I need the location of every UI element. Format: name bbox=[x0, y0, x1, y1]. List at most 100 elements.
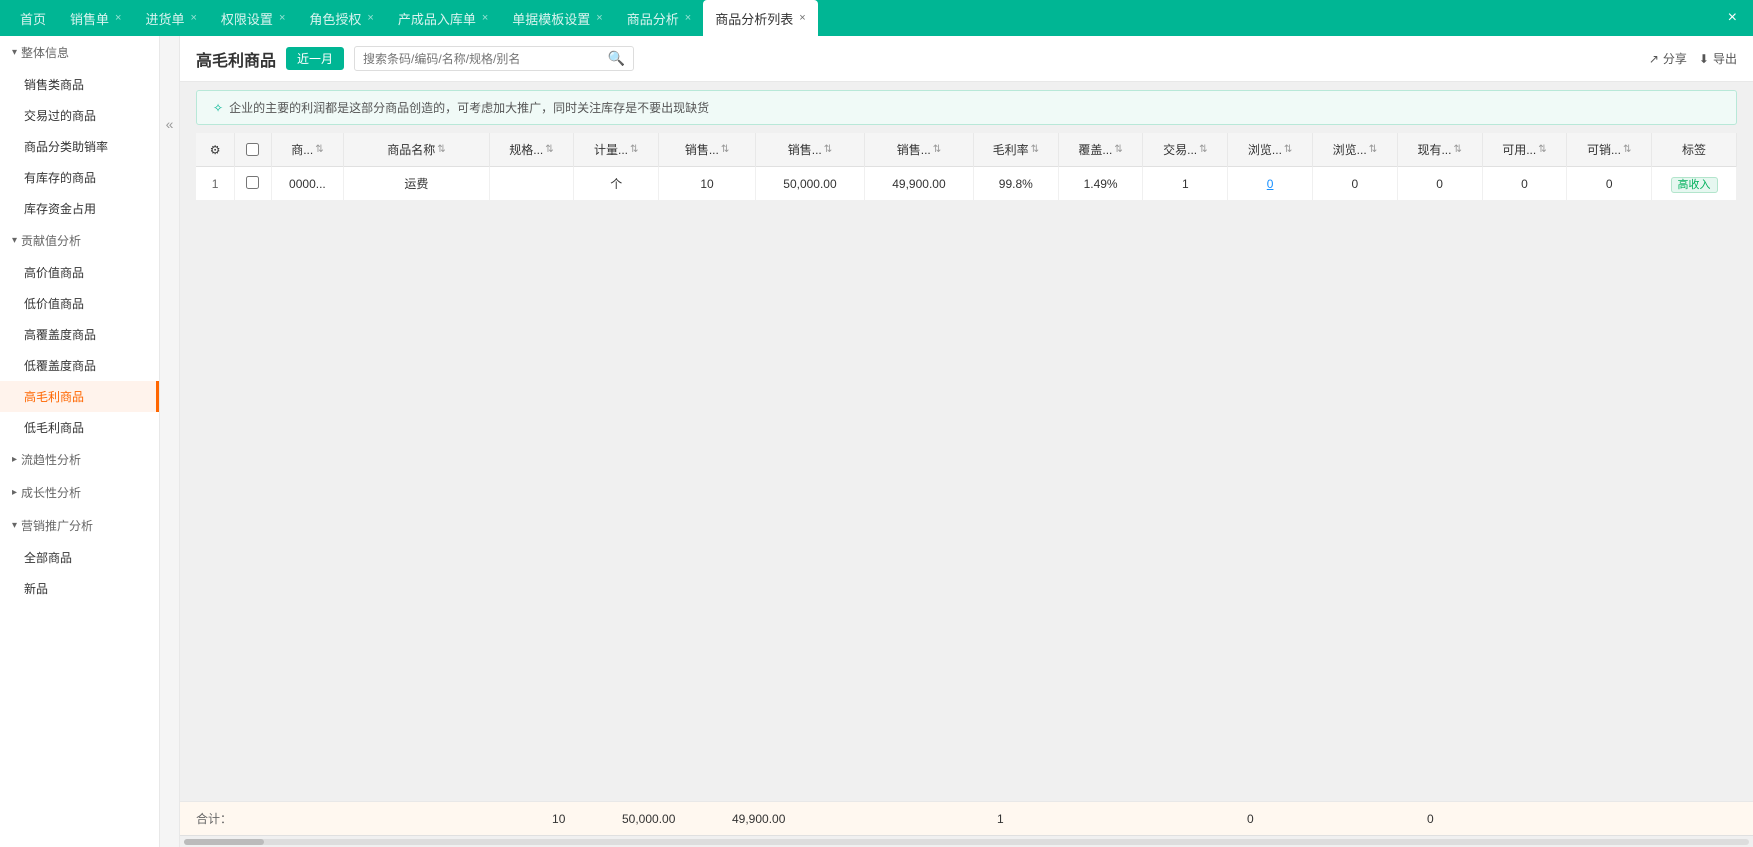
col-id[interactable]: 商... ⇅ bbox=[271, 133, 344, 167]
tab-close-purchase[interactable]: × bbox=[190, 12, 196, 24]
share-icon: ↗ bbox=[1649, 52, 1659, 66]
search-icon[interactable]: 🔍 bbox=[608, 50, 625, 67]
cell-gross-margin: 99.8% bbox=[973, 167, 1058, 201]
sidebar-group-overall[interactable]: ▾ 整体信息 bbox=[0, 36, 159, 69]
arrow-down-icon3: ▾ bbox=[12, 520, 17, 531]
tab-close-permission[interactable]: × bbox=[279, 12, 285, 24]
sidebar-item-high-margin[interactable]: 高毛利商品 bbox=[0, 381, 159, 412]
cell-sales-cost: 49,900.00 bbox=[864, 167, 973, 201]
select-all-checkbox[interactable] bbox=[246, 143, 259, 156]
cell-browse1[interactable]: 0 bbox=[1228, 167, 1313, 201]
arrow-down-icon: ▾ bbox=[12, 47, 17, 58]
col-sales-qty[interactable]: 销售... ⇅ bbox=[659, 133, 756, 167]
sort-icon13: ⇅ bbox=[1453, 144, 1461, 155]
cell-saleable: 0 bbox=[1567, 167, 1652, 201]
scrollbar-thumb[interactable] bbox=[184, 839, 264, 845]
sort-icon2: ⇅ bbox=[437, 144, 445, 155]
sidebar-item-stock-goods[interactable]: 有库存的商品 bbox=[0, 162, 159, 193]
sidebar-group-marketing[interactable]: ▾ 营销推广分析 bbox=[0, 509, 159, 542]
tab-close-sales[interactable]: × bbox=[115, 12, 121, 24]
sidebar-item-stock-capital[interactable]: 库存资金占用 bbox=[0, 193, 159, 224]
tab-warehouse[interactable]: 产成品入库单 × bbox=[386, 0, 500, 36]
tab-analysis-list[interactable]: 商品分析列表 × bbox=[703, 0, 817, 36]
tab-analysis[interactable]: 商品分析 × bbox=[615, 0, 703, 36]
footer-label: 合计： bbox=[196, 810, 232, 827]
search-input[interactable] bbox=[363, 52, 604, 66]
sidebar-item-low-value[interactable]: 低价值商品 bbox=[0, 288, 159, 319]
sort-icon8: ⇅ bbox=[1031, 144, 1039, 155]
sidebar-item-high-value[interactable]: 高价值商品 bbox=[0, 257, 159, 288]
cell-coverage: 1.49% bbox=[1058, 167, 1143, 201]
tab-close-role[interactable]: × bbox=[367, 12, 373, 24]
tab-homepage[interactable]: 首页 bbox=[8, 0, 58, 36]
content-header: 高毛利商品 近一月 🔍 ↗ 分享 ⬇ 导出 bbox=[180, 36, 1753, 82]
sidebar-item-all-goods[interactable]: 全部商品 bbox=[0, 542, 159, 573]
col-spec[interactable]: 规格... ⇅ bbox=[489, 133, 574, 167]
col-sales-cost[interactable]: 销售... ⇅ bbox=[864, 133, 973, 167]
col-settings[interactable]: ⚙ bbox=[196, 133, 235, 167]
footer-transaction: 1 bbox=[965, 812, 1035, 826]
cell-name: 运费 bbox=[344, 167, 489, 201]
col-sales-amount[interactable]: 销售... ⇅ bbox=[755, 133, 864, 167]
col-current-stock[interactable]: 现有... ⇅ bbox=[1397, 133, 1482, 167]
sort-icon4: ⇅ bbox=[630, 144, 638, 155]
row-checkbox[interactable] bbox=[246, 176, 259, 189]
window-close-button[interactable]: × bbox=[1720, 9, 1745, 27]
sort-icon6: ⇅ bbox=[824, 144, 832, 155]
horizontal-scrollbar[interactable] bbox=[180, 835, 1753, 847]
sidebar-item-high-coverage[interactable]: 高覆盖度商品 bbox=[0, 319, 159, 350]
tab-close-warehouse[interactable]: × bbox=[482, 12, 488, 24]
table-wrapper: ⚙ 商... ⇅ bbox=[180, 133, 1753, 801]
content-area: 高毛利商品 近一月 🔍 ↗ 分享 ⬇ 导出 ✧ 企业的主要的利润都是这部分商品创… bbox=[180, 36, 1753, 847]
sidebar-group-trend[interactable]: ▸ 流趋性分析 bbox=[0, 443, 159, 476]
export-button[interactable]: ⬇ 导出 bbox=[1699, 50, 1737, 67]
sidebar-group-contribution[interactable]: ▾ 贡献值分析 bbox=[0, 224, 159, 257]
header-actions: ↗ 分享 ⬇ 导出 bbox=[1649, 50, 1737, 67]
sidebar-item-low-coverage[interactable]: 低覆盖度商品 bbox=[0, 350, 159, 381]
tab-purchase[interactable]: 进货单 × bbox=[133, 0, 208, 36]
col-transaction[interactable]: 交易... ⇅ bbox=[1143, 133, 1228, 167]
tab-permission[interactable]: 权限设置 × bbox=[209, 0, 297, 36]
cell-available: 0 bbox=[1482, 167, 1567, 201]
search-box: 🔍 bbox=[354, 46, 634, 71]
sidebar-collapse-button[interactable]: « bbox=[160, 36, 180, 847]
tab-close-analysis[interactable]: × bbox=[685, 12, 691, 24]
col-browse2[interactable]: 浏览... ⇅ bbox=[1313, 133, 1398, 167]
sidebar-item-traded-goods[interactable]: 交易过的商品 bbox=[0, 100, 159, 131]
sort-icon: ⇅ bbox=[315, 144, 323, 155]
export-icon: ⬇ bbox=[1699, 52, 1709, 66]
main-layout: ▾ 整体信息 销售类商品 交易过的商品 商品分类助销率 有库存的商品 库存资金占… bbox=[0, 36, 1753, 847]
sidebar-item-low-margin[interactable]: 低毛利商品 bbox=[0, 412, 159, 443]
footer-sales-cost: 49,900.00 bbox=[695, 812, 785, 826]
sidebar-group-growth[interactable]: ▸ 成长性分析 bbox=[0, 476, 159, 509]
cell-sales-qty: 10 bbox=[659, 167, 756, 201]
sort-icon10: ⇅ bbox=[1199, 144, 1207, 155]
tab-bar: 首页 销售单 × 进货单 × 权限设置 × 角色授权 × 产成品入库单 × 单据… bbox=[0, 0, 1753, 36]
col-available[interactable]: 可用... ⇅ bbox=[1482, 133, 1567, 167]
col-coverage[interactable]: 覆盖... ⇅ bbox=[1058, 133, 1143, 167]
tab-close-analysis-list[interactable]: × bbox=[799, 12, 805, 24]
sidebar-item-new-goods[interactable]: 新品 bbox=[0, 573, 159, 604]
footer-sales-qty: 10 bbox=[552, 812, 565, 826]
cell-checkbox bbox=[235, 167, 271, 201]
col-name[interactable]: 商品名称 ⇅ bbox=[344, 133, 489, 167]
col-unit[interactable]: 计量... ⇅ bbox=[574, 133, 659, 167]
sort-icon14: ⇅ bbox=[1538, 144, 1546, 155]
tab-role[interactable]: 角色授权 × bbox=[297, 0, 385, 36]
col-tag[interactable]: 标签 bbox=[1652, 133, 1737, 167]
col-saleable[interactable]: 可销... ⇅ bbox=[1567, 133, 1652, 167]
share-button[interactable]: ↗ 分享 bbox=[1649, 50, 1687, 67]
scrollbar-track bbox=[184, 839, 1749, 845]
col-browse1[interactable]: 浏览... ⇅ bbox=[1228, 133, 1313, 167]
tab-template[interactable]: 单据模板设置 × bbox=[500, 0, 614, 36]
sort-icon11: ⇅ bbox=[1284, 144, 1292, 155]
filter-recent-month-button[interactable]: 近一月 bbox=[286, 47, 344, 70]
table-footer: 合计： 10 50,000.00 49,900.00 1 0 0 bbox=[180, 801, 1753, 835]
sidebar-item-sales-goods[interactable]: 销售类商品 bbox=[0, 69, 159, 100]
tab-close-template[interactable]: × bbox=[596, 12, 602, 24]
sidebar-item-category-rate[interactable]: 商品分类助销率 bbox=[0, 131, 159, 162]
tab-sales-order[interactable]: 销售单 × bbox=[58, 0, 133, 36]
col-gross-margin[interactable]: 毛利率 ⇅ bbox=[973, 133, 1058, 167]
sort-icon9: ⇅ bbox=[1114, 144, 1122, 155]
data-table: ⚙ 商... ⇅ bbox=[196, 133, 1737, 201]
